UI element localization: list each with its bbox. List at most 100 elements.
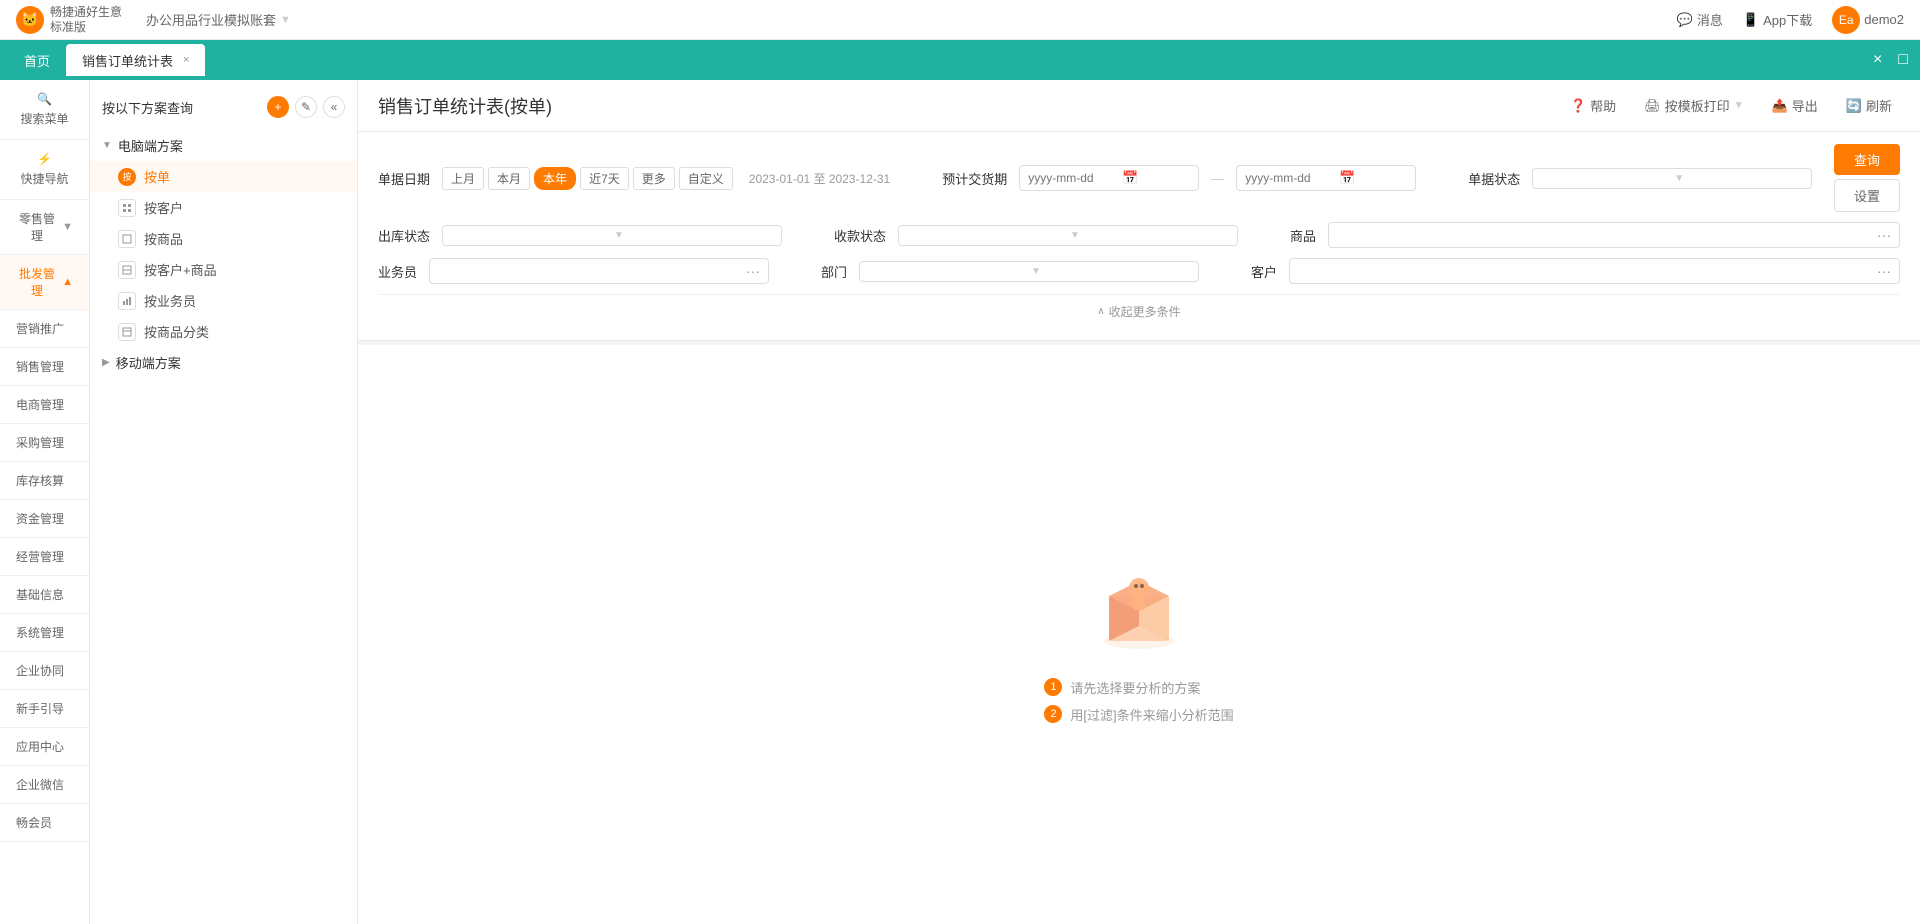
message-button[interactable]: 💬 消息 (1677, 10, 1723, 29)
collapse-bar[interactable]: ∧ 收起更多条件 (378, 294, 1900, 328)
sidebar-item-marketing[interactable]: 营销推广 (0, 310, 89, 348)
last-month-btn[interactable]: 上月 (442, 167, 484, 190)
shortcuts-icon: ⚡ (37, 152, 52, 166)
tip-num-1: 1 (1044, 678, 1062, 696)
empty-state: 1 请先选择要分析的方案 2 用[过滤]条件来缩小分析范围 (358, 345, 1920, 924)
goods-input[interactable]: ··· (1328, 222, 1900, 248)
tree-parent-mobile[interactable]: ▶ 移动端方案 (90, 347, 357, 378)
salesperson-search-input[interactable] (438, 264, 742, 279)
tree-child-by-customer[interactable]: 按客户 (90, 192, 357, 223)
main-layout: 🔍 搜索菜单 ⚡ 快捷导航 零售管理 ▼ 批发管理 ▲ 营销推广 销售管理 电商… (0, 80, 1920, 924)
empty-tip-1: 1 请先选择要分析的方案 (1044, 678, 1233, 697)
mobile-icon: 📱 (1743, 12, 1759, 28)
empty-tips: 1 请先选择要分析的方案 2 用[过滤]条件来缩小分析范围 (1044, 678, 1233, 724)
calendar-to-icon[interactable]: 📅 (1339, 170, 1355, 186)
out-status-label: 出库状态 (378, 226, 430, 245)
left-panel: 按以下方案查询 + ✎ « ▼ 电脑端方案 按 按单 (90, 80, 358, 924)
sidebar-item-purchase[interactable]: 采购管理 (0, 424, 89, 462)
sidebar-item-wechat[interactable]: 企业微信 (0, 766, 89, 804)
setting-button[interactable]: 设置 (1834, 179, 1900, 212)
export-button[interactable]: 📤 导出 (1764, 92, 1826, 119)
calendar-from-icon[interactable]: 📅 (1122, 170, 1138, 186)
tab-home[interactable]: 首页 (8, 44, 66, 76)
customer-input[interactable]: ··· (1289, 258, 1900, 284)
tree-child-by-order[interactable]: 按 按单 (90, 161, 357, 192)
sidebar-item-system[interactable]: 系统管理 (0, 614, 89, 652)
top-header: 🐱 畅捷通好生意 标准版 办公用品行业模拟账套 ▼ 💬 消息 📱 App下载 E… (0, 0, 1920, 40)
tab-close-icon[interactable]: × (183, 54, 189, 66)
tab-maximize-icon[interactable]: □ (1894, 47, 1912, 73)
expected-date-label: 预计交货期 (942, 169, 1007, 188)
sidebar-item-management[interactable]: 经营管理 (0, 538, 89, 576)
sidebar-item-inventory[interactable]: 库存核算 (0, 462, 89, 500)
expected-date-from[interactable]: 📅 (1019, 165, 1199, 191)
panel-edit-button[interactable]: ✎ (295, 96, 317, 118)
refresh-button[interactable]: 🔄 刷新 (1838, 92, 1900, 119)
template-print-button[interactable]: 🖨 按模板打印 ▼ (1636, 92, 1751, 119)
goods-more-icon[interactable]: ··· (1877, 227, 1891, 243)
search-button[interactable]: 查询 (1834, 144, 1900, 175)
filter-row-3: 业务员 ··· 部门 ▼ 客户 ··· (378, 258, 1900, 284)
tab-minimize-icon[interactable]: × (1869, 47, 1886, 73)
seven-days-btn[interactable]: 近7天 (580, 167, 629, 190)
sidebar-item-finance[interactable]: 资金管理 (0, 500, 89, 538)
sidebar-item-search[interactable]: 🔍 搜索菜单 (0, 80, 89, 140)
breadcrumb[interactable]: 办公用品行业模拟账套 ▼ (146, 10, 291, 29)
this-year-btn[interactable]: 本年 (534, 167, 576, 190)
expected-date-to-input[interactable] (1245, 171, 1335, 185)
out-status-select[interactable]: ▼ (442, 225, 782, 246)
sidebar-item-member[interactable]: 畅会员 (0, 804, 89, 842)
customer-more-icon[interactable]: ··· (1877, 263, 1891, 279)
tree-child-by-goods[interactable]: 按商品 (90, 223, 357, 254)
sidebar-item-appstore[interactable]: 应用中心 (0, 728, 89, 766)
sidebar-item-shortcuts[interactable]: ⚡ 快捷导航 (0, 140, 89, 200)
logo-text: 畅捷通好生意 标准版 (50, 5, 122, 34)
salesperson-more-icon[interactable]: ··· (746, 263, 760, 279)
help-button[interactable]: ❓ 帮助 (1562, 92, 1624, 119)
filter-row-2: 出库状态 ▼ 收款状态 ▼ 商品 ··· (378, 222, 1900, 248)
tree-child-by-salesperson[interactable]: 按业务员 (90, 285, 357, 316)
dept-select[interactable]: ▼ (859, 261, 1199, 282)
sidebar-item-enterprise[interactable]: 企业协同 (0, 652, 89, 690)
expected-date-to[interactable]: 📅 (1236, 165, 1416, 191)
logo-icon: 🐱 (16, 6, 44, 34)
salesperson-label: 业务员 (378, 262, 417, 281)
expected-date-from-input[interactable] (1028, 171, 1118, 185)
sidebar-item-guide[interactable]: 新手引导 (0, 690, 89, 728)
tree-parent-arrow-icon: ▼ (102, 140, 112, 151)
empty-illustration (1079, 546, 1199, 666)
this-month-btn[interactable]: 本月 (488, 167, 530, 190)
tree-child-by-customer-goods[interactable]: 按客户+商品 (90, 254, 357, 285)
panel-add-button[interactable]: + (267, 96, 289, 118)
dept-label: 部门 (821, 262, 847, 281)
sidebar-item-basic[interactable]: 基础信息 (0, 576, 89, 614)
tree-parent-desktop[interactable]: ▼ 电脑端方案 (90, 130, 357, 161)
collapse-up-icon: ∧ (1097, 306, 1104, 317)
sidebar-item-sales[interactable]: 销售管理 (0, 348, 89, 386)
tree-section: ▼ 电脑端方案 按 按单 按客户 按商品 (90, 126, 357, 382)
tree-child-by-category[interactable]: 按商品分类 (90, 316, 357, 347)
message-icon: 💬 (1677, 12, 1693, 28)
more-date-btn[interactable]: 更多 (633, 167, 675, 190)
filter-area: 单据日期 上月 本月 本年 近7天 更多 自定义 2023-01-01 至 20… (358, 132, 1920, 341)
user-menu-button[interactable]: Ea demo2 (1832, 6, 1904, 34)
payment-status-select[interactable]: ▼ (898, 225, 1238, 246)
date-label: 单据日期 (378, 169, 430, 188)
salesperson-input[interactable]: ··· (429, 258, 769, 284)
print-dropdown-icon: ▼ (1734, 100, 1744, 111)
custom-date-btn[interactable]: 自定义 (679, 167, 733, 190)
sidebar: 🔍 搜索菜单 ⚡ 快捷导航 零售管理 ▼ 批发管理 ▲ 营销推广 销售管理 电商… (0, 80, 90, 924)
goods-search-input[interactable] (1337, 228, 1873, 243)
tab-bar: 首页 销售订单统计表 × × □ (0, 40, 1920, 80)
sidebar-item-retail[interactable]: 零售管理 ▼ (0, 200, 89, 255)
status-select[interactable]: ▼ (1532, 168, 1812, 189)
app-download-button[interactable]: 📱 App下载 (1743, 10, 1812, 29)
sidebar-item-wholesale[interactable]: 批发管理 ▲ (0, 255, 89, 310)
customer-search-input[interactable] (1298, 264, 1873, 279)
avatar: Ea (1832, 6, 1860, 34)
panel-collapse-button[interactable]: « (323, 96, 345, 118)
panel-actions: + ✎ « (267, 96, 345, 118)
tab-active[interactable]: 销售订单统计表 × (66, 44, 205, 76)
sidebar-item-ecommerce[interactable]: 电商管理 (0, 386, 89, 424)
content-area: 按以下方案查询 + ✎ « ▼ 电脑端方案 按 按单 (90, 80, 1920, 924)
